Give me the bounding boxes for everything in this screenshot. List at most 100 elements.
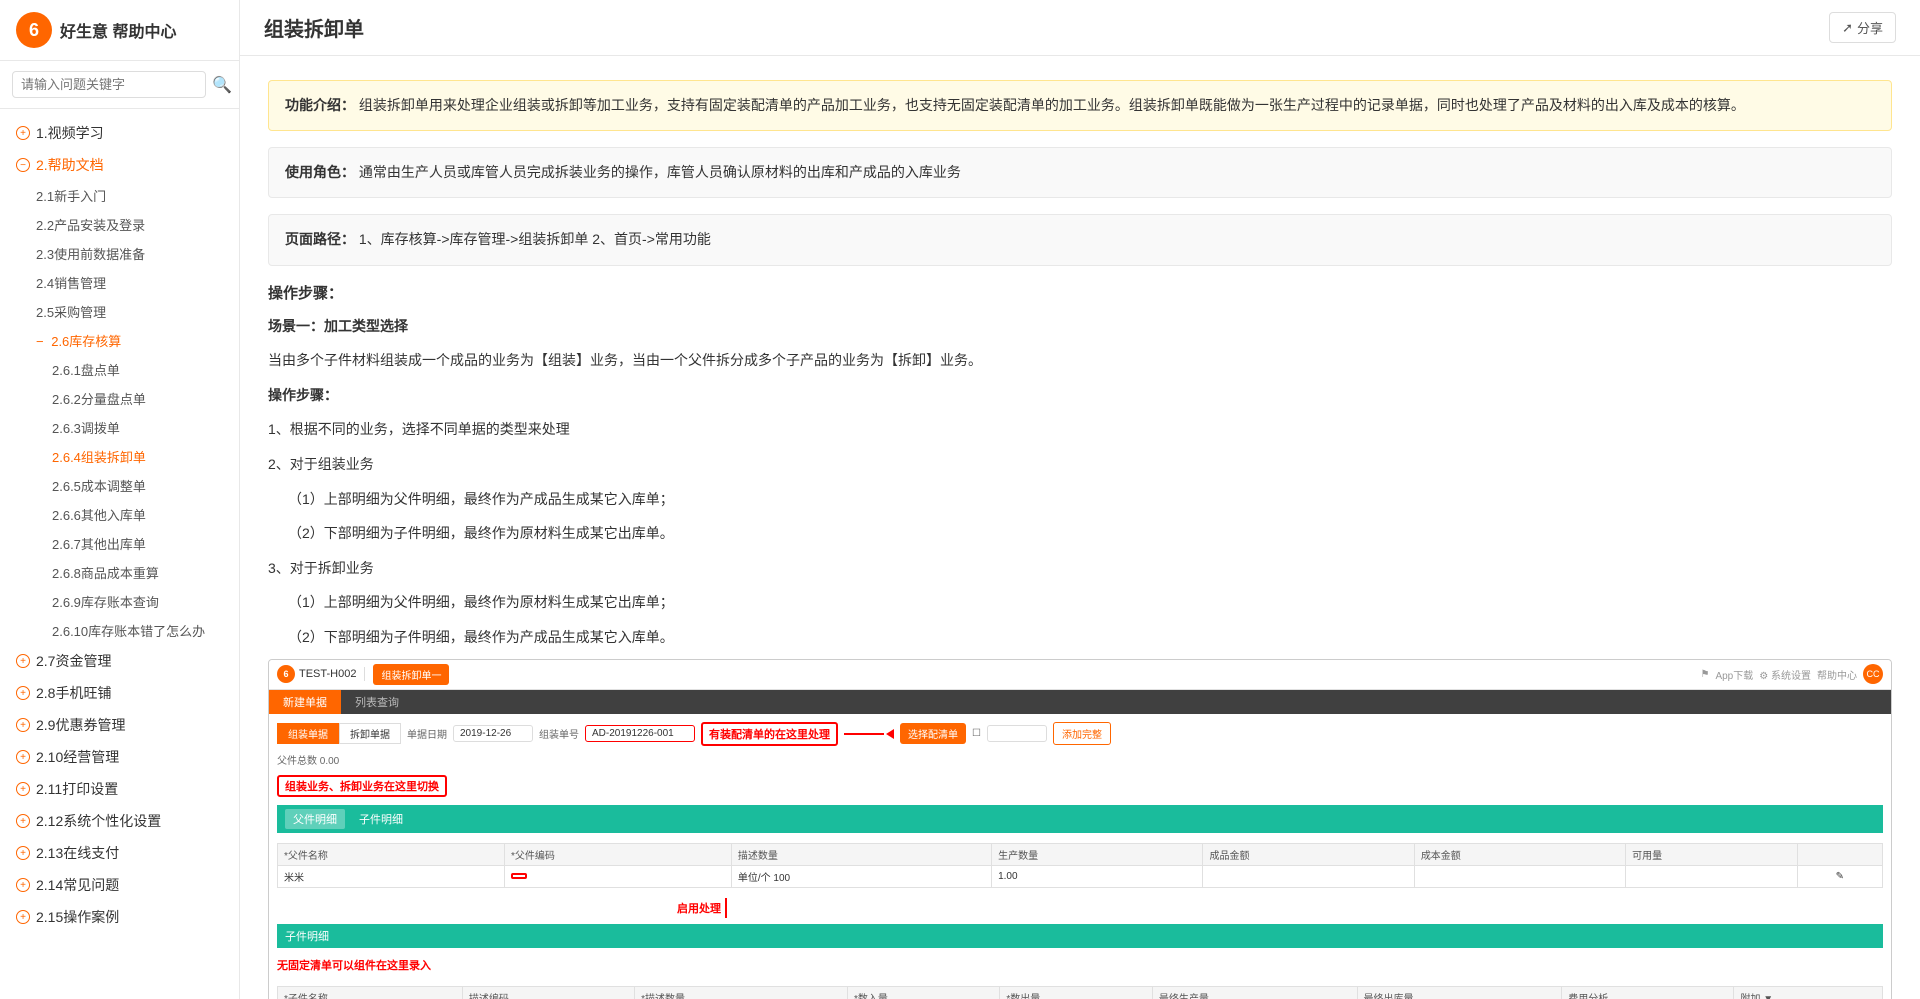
minus-icon-small: −: [36, 334, 44, 349]
role-block: 使用角色： 通常由生产人员或库管人员完成拆装业务的操作，库管人员确认原材料的出库…: [268, 147, 1892, 198]
annotation-block-4: 无固定清单可以组件在这里录入: [277, 957, 1883, 973]
app-doc-type-btn[interactable]: 组装拆卸单一: [373, 664, 449, 685]
app-btn-confirm[interactable]: 添加完整: [1053, 722, 1111, 745]
section-tab-child[interactable]: 子件明细: [351, 809, 411, 829]
app-topbar-left: 6 TEST-H002 组装拆卸单一: [277, 664, 449, 685]
app-nav-icon2: App下载: [1715, 667, 1753, 682]
sidebar-item-coupon[interactable]: + 2.9优惠券管理: [0, 709, 239, 741]
sidebar-item-cost-adj[interactable]: 2.6.5成本调整单: [0, 471, 239, 500]
app-subnav-item-list[interactable]: 列表查询: [341, 690, 413, 714]
app-form-row-1: 组装单据 拆卸单据 单据日期 组装单号 有装配清单的在这里处理: [277, 722, 1883, 746]
sidebar-item-print[interactable]: + 2.11打印设置: [0, 773, 239, 805]
app-form-date-input[interactable]: [453, 725, 533, 742]
intro-label: 功能介绍：: [285, 97, 355, 113]
plus-icon: +: [16, 718, 30, 732]
sidebar-item-other-in[interactable]: 2.6.6其他入库单: [0, 500, 239, 529]
main-header: 组装拆卸单 ➚ 分享: [240, 0, 1920, 56]
sidebar-item-inventory[interactable]: − 2.6库存核算: [0, 326, 239, 355]
sidebar-item-newbie[interactable]: 2.1新手入门: [0, 181, 239, 210]
table-row: 米米 单位/个 100 1.00 ✎: [278, 865, 1883, 887]
sidebar-item-ops[interactable]: + 2.10经营管理: [0, 741, 239, 773]
app-form-area: 组装单据 拆卸单据 单据日期 组装单号 有装配清单的在这里处理: [269, 714, 1891, 999]
annotation-arrow-1: [844, 729, 894, 739]
app-form-code-input[interactable]: [585, 725, 695, 742]
sidebar-item-faq[interactable]: + 2.14常见问题: [0, 869, 239, 901]
cell-parent-name: 米米: [278, 865, 505, 887]
plus-icon: +: [16, 782, 30, 796]
sidebar-item-sales[interactable]: 2.4销售管理: [0, 268, 239, 297]
app-title: 好生意 帮助中心: [60, 18, 176, 42]
plus-icon: +: [16, 878, 30, 892]
app-type-buttons[interactable]: 组装单据 拆卸单据: [277, 723, 401, 744]
plus-icon: +: [16, 654, 30, 668]
app-nav-icon4: 帮助中心: [1817, 667, 1857, 682]
col-child-desc-qty: *描述数量: [635, 986, 848, 999]
app-screenshot: 6 TEST-H002 组装拆卸单一 ⚑ App下载 ⚙ 系统设置 帮助中心 C…: [268, 659, 1892, 999]
sidebar-item-other-out[interactable]: 2.6.7其他出库单: [0, 529, 239, 558]
cell-product-amount: [1203, 865, 1414, 887]
sidebar-item-cost-recalc[interactable]: 2.6.8商品成本重算: [0, 558, 239, 587]
role-text: 通常由生产人员或库管人员完成拆装业务的操作，库管人员确认原材料的出库和产成品的入…: [359, 164, 961, 180]
sidebar-group-label: 2.帮助文档: [36, 155, 104, 175]
cell-cost-amount: [1414, 865, 1625, 887]
sidebar-item-purchase[interactable]: 2.5采购管理: [0, 297, 239, 326]
minus-icon: −: [16, 158, 30, 172]
plus-icon: +: [16, 750, 30, 764]
sidebar-item-payment[interactable]: + 2.13在线支付: [0, 837, 239, 869]
col-child-name: *子件名称: [278, 986, 463, 999]
sidebar-item-cases[interactable]: + 2.15操作案例: [0, 901, 239, 933]
sidebar-group-label: 2.7资金管理: [36, 651, 111, 671]
col-product-amount: 成品金额: [1203, 843, 1414, 865]
share-button[interactable]: ➚ 分享: [1829, 12, 1896, 43]
app-type-btn-disassemble[interactable]: 拆卸单据: [339, 723, 401, 744]
sidebar-item-docs[interactable]: − 2.帮助文档: [0, 149, 239, 181]
screenshot-wrapper: 6 TEST-H002 组装拆卸单一 ⚑ App下载 ⚙ 系统设置 帮助中心 C…: [268, 659, 1892, 999]
app-logo: 6: [16, 12, 52, 48]
app-subnav-item-active[interactable]: 新建单据: [269, 690, 341, 714]
sidebar-item-data-prep[interactable]: 2.3使用前数据准备: [0, 239, 239, 268]
sidebar-item-partial-stocktake[interactable]: 2.6.2分量盘点单: [0, 384, 239, 413]
sidebar-item-mobile[interactable]: + 2.8手机旺铺: [0, 677, 239, 709]
upper-table-header: 父件总数 0.00: [277, 752, 1883, 767]
col-parent-code: *父件编码: [504, 843, 731, 865]
app-form-dept-input[interactable]: [987, 725, 1047, 742]
scene1-desc: 当由多个子件材料组装成一个成品的业务为【组装】业务，当由一个父件拆分成多个子产品…: [268, 347, 1892, 374]
sidebar-item-ledger[interactable]: 2.6.9库存账本查询: [0, 587, 239, 616]
sidebar-group-label: 2.9优惠券管理: [36, 715, 125, 735]
ops-title: 操作步骤：: [268, 282, 1892, 303]
plus-icon: +: [16, 126, 30, 140]
col-in-qty: *数入量: [847, 986, 999, 999]
app-btn-select-bom[interactable]: 选择配清单: [900, 723, 966, 744]
intro-block: 功能介绍： 组装拆卸单用来处理企业组装或拆卸等加工业务，支持有固定装配清单的产品…: [268, 80, 1892, 131]
app-nav-icon1: ⚑: [1700, 669, 1709, 680]
section-tab-parent[interactable]: 父件明细: [285, 809, 345, 829]
sidebar-item-stocktake[interactable]: 2.6.1盘点单: [0, 355, 239, 384]
step2-sub2: （2）下部明细为子件明细，最终作为原材料生成某它出库单。: [268, 520, 1892, 547]
sidebar-group-label: 1.视频学习: [36, 123, 104, 143]
col-available: 可用量: [1626, 843, 1797, 865]
sidebar-group-label: 2.15操作案例: [36, 907, 119, 927]
sidebar-item-finance[interactable]: + 2.7资金管理: [0, 645, 239, 677]
search-input[interactable]: [12, 71, 206, 98]
upper-table-label: 父件总数 0.00: [277, 752, 339, 767]
search-box[interactable]: 🔍: [0, 61, 239, 109]
step2-sub1: （1）上部明细为父件明细，最终作为产成品生成某它入库单；: [268, 486, 1892, 513]
app-type-btn-assemble[interactable]: 组装单据: [277, 723, 339, 744]
step1: 1、根据不同的业务，选择不同单据的类型来处理: [268, 416, 1892, 443]
main-content: 组装拆卸单 ➚ 分享 功能介绍： 组装拆卸单用来处理企业组装或拆卸等加工业务，支…: [240, 0, 1920, 999]
sidebar: 6 好生意 帮助中心 🔍 + 1.视频学习 − 2.帮助文档 2.1新手入门 2…: [0, 0, 240, 999]
sidebar-item-assembly[interactable]: 2.6.4组装拆卸单: [0, 442, 239, 471]
user-avatar: CC: [1863, 664, 1883, 684]
nav-list: + 1.视频学习 − 2.帮助文档 2.1新手入门 2.2产品安装及登录 2.3…: [0, 109, 239, 999]
search-icon[interactable]: 🔍: [212, 75, 232, 95]
app-form-code-label: 组装单号: [539, 726, 579, 741]
path-label: 页面路径：: [285, 231, 355, 247]
cell-edit[interactable]: ✎: [1797, 865, 1882, 887]
sidebar-item-transfer[interactable]: 2.6.3调拨单: [0, 413, 239, 442]
sidebar-item-ledger-fix[interactable]: 2.6.10库存账本错了怎么办: [0, 616, 239, 645]
sidebar-item-install[interactable]: 2.2产品安装及登录: [0, 210, 239, 239]
step3-sub2: （2）下部明细为子件明细，最终作为产成品生成某它入库单。: [268, 624, 1892, 651]
sidebar-item-customize[interactable]: + 2.12系统个性化设置: [0, 805, 239, 837]
annotation-block-2: 组装业务、拆卸业务在这里切换: [277, 775, 1883, 797]
sidebar-item-video[interactable]: + 1.视频学习: [0, 117, 239, 149]
